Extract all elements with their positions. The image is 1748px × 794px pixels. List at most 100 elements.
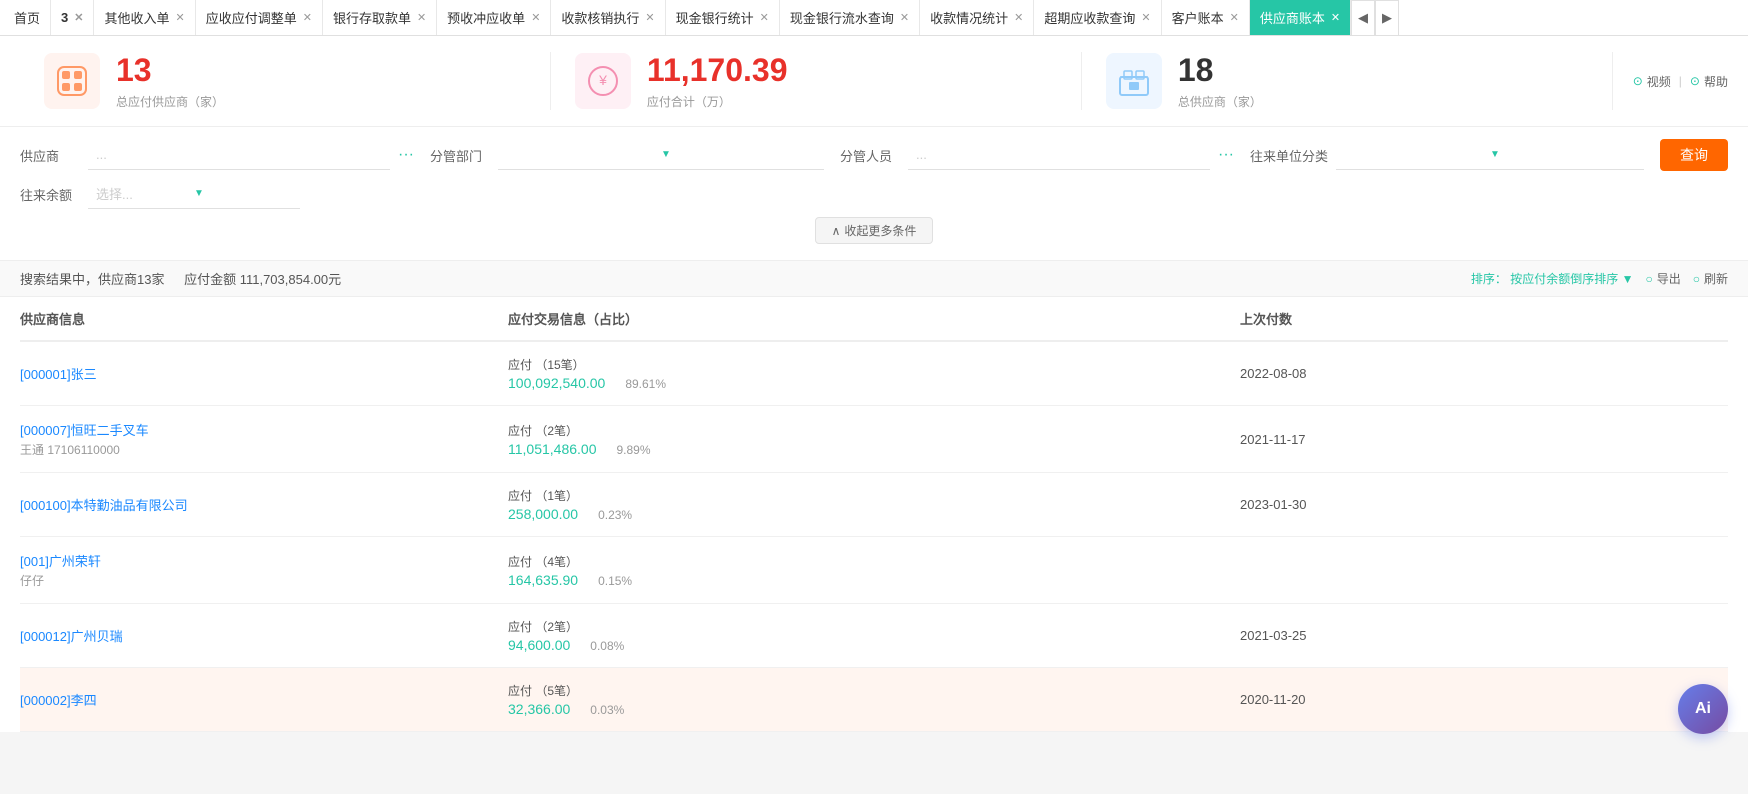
sort-value[interactable]: 按应付余额倒序排序 xyxy=(1510,272,1618,286)
nav-tab-supplier-account[interactable]: 供应商账本 ✕ xyxy=(1250,0,1351,36)
dept-label: 分管部门 xyxy=(430,146,490,165)
row0-lastpay-date: 2022-08-08 xyxy=(1240,366,1307,381)
collapse-icon: ∧ xyxy=(832,224,841,238)
collapse-button[interactable]: ∧ 收起更多条件 xyxy=(815,217,934,244)
row0-supplier: [000001]张三 xyxy=(20,364,508,383)
nav-tab-cash-bank-stat[interactable]: 现金银行统计 ✕ xyxy=(666,0,780,36)
col-header-supplier: 供应商信息 xyxy=(20,309,508,328)
filter-bar: 供应商 ··· 分管部门 ▼ 分管人员 ··· 往来单位分类 ▼ 查询 xyxy=(0,127,1748,261)
row4-supplier-link[interactable]: [000012]广州贝瑞 xyxy=(20,626,508,645)
video-icon: ⊙ xyxy=(1633,74,1643,88)
close-tab-other-income-icon[interactable]: ✕ xyxy=(175,11,184,24)
results-actions: 排序： 按应付余额倒序排序 ▼ ○ 导出 ○ 刷新 xyxy=(1471,270,1728,287)
filter-balance: 往来余额 选择... ▼ xyxy=(20,179,300,209)
row5-tx-row: 32,366.00 0.03% xyxy=(508,701,1240,717)
row5-supplier-link[interactable]: [000002]李四 xyxy=(20,690,508,709)
payable-suppliers-icon xyxy=(44,53,100,109)
nav-tab-receipt-stat[interactable]: 收款情况统计 ✕ xyxy=(920,0,1034,36)
close-tab-receipt-verify-icon[interactable]: ✕ xyxy=(645,11,654,24)
balance-select[interactable]: 选择... ▼ xyxy=(88,179,300,209)
row1-supplier: [000007]恒旺二手叉车 王通 17106110000 xyxy=(20,420,508,458)
person-input[interactable] xyxy=(908,140,1210,170)
col-header-transaction: 应付交易信息（占比） xyxy=(508,309,1240,328)
filter-row-2: 往来余额 选择... ▼ xyxy=(20,179,1728,209)
svg-text:¥: ¥ xyxy=(598,72,607,88)
row4-supplier: [000012]广州贝瑞 xyxy=(20,626,508,645)
table-row: [001]广州荣轩 仔仔 应付 （4笔） 164,635.90 0.15% xyxy=(20,537,1728,604)
close-tab-bank-deposit-icon[interactable]: ✕ xyxy=(417,11,426,24)
close-tab-prepay-ar-icon[interactable]: ✕ xyxy=(531,11,540,24)
export-button[interactable]: ○ 导出 xyxy=(1645,270,1680,287)
refresh-button[interactable]: ○ 刷新 xyxy=(1693,270,1728,287)
category-select[interactable]: ▼ xyxy=(1336,140,1644,170)
row1-lastpay-date: 2021-11-17 xyxy=(1240,432,1306,447)
row1-supplier-link[interactable]: [000007]恒旺二手叉车 xyxy=(20,420,508,439)
nav-tab-cash-flow[interactable]: 现金银行流水查询 ✕ xyxy=(780,0,920,36)
row1-tx-label: 应付 （2笔） xyxy=(508,422,1240,439)
nav-tab-other-income[interactable]: 其他收入单 ✕ xyxy=(94,0,195,36)
row3-tx-amount: 164,635.90 xyxy=(508,572,578,588)
close-tab-customer-account-icon[interactable]: ✕ xyxy=(1230,11,1239,24)
dept-select[interactable]: ▼ xyxy=(498,140,824,170)
close-tab-3-icon[interactable]: ✕ xyxy=(74,11,83,24)
nav-tab-overdue-ar[interactable]: 超期应收款查询 ✕ xyxy=(1034,0,1161,36)
query-button[interactable]: 查询 xyxy=(1660,139,1728,171)
row3-supplier-link[interactable]: [001]广州荣轩 xyxy=(20,551,508,570)
video-link[interactable]: 视频 xyxy=(1647,73,1671,90)
close-tab-ar-ap-adjust-icon[interactable]: ✕ xyxy=(303,11,312,24)
row0-tx-label: 应付 （15笔） xyxy=(508,356,1240,373)
balance-arrow-icon: ▼ xyxy=(194,188,292,199)
close-tab-overdue-ar-icon[interactable]: ✕ xyxy=(1141,11,1150,24)
filter-category: 往来单位分类 ▼ xyxy=(1250,140,1644,170)
row3-tx-label: 应付 （4笔） xyxy=(508,553,1240,570)
close-tab-receipt-stat-icon[interactable]: ✕ xyxy=(1014,11,1023,24)
row4-tx-percent: 0.08% xyxy=(590,639,624,653)
summary-bar: 13 总应付供应商（家） ¥ 11,170.39 应付合计（万） xyxy=(0,36,1748,127)
summary-card-total-suppliers: 18 总供应商（家） xyxy=(1082,52,1613,110)
row2-lastpay: 2023-01-30 xyxy=(1240,497,1728,512)
row5-tx-percent: 0.03% xyxy=(590,703,624,717)
table-body: [000001]张三 应付 （15笔） 100,092,540.00 89.61… xyxy=(20,342,1728,732)
close-tab-cash-flow-icon[interactable]: ✕ xyxy=(900,11,909,24)
filter-dept: 分管部门 ▼ xyxy=(430,140,824,170)
row5-lastpay-date: 2020-11-20 xyxy=(1240,692,1306,707)
row2-supplier-link[interactable]: [000100]本特勤油品有限公司 xyxy=(20,495,508,514)
category-label: 往来单位分类 xyxy=(1250,146,1328,165)
payable-suppliers-text: 13 总应付供应商（家） xyxy=(116,52,224,110)
help-link[interactable]: 帮助 xyxy=(1704,73,1728,90)
nav-tab-prepay-ar[interactable]: 预收冲应收单 ✕ xyxy=(437,0,551,36)
row2-lastpay-date: 2023-01-30 xyxy=(1240,497,1307,512)
row0-transaction: 应付 （15笔） 100,092,540.00 89.61% xyxy=(508,356,1240,391)
nav-tab-ar-ap-adjust[interactable]: 应收应付调整单 ✕ xyxy=(196,0,323,36)
filter-row-1: 供应商 ··· 分管部门 ▼ 分管人员 ··· 往来单位分类 ▼ 查询 xyxy=(20,139,1728,171)
supplier-dots-icon[interactable]: ··· xyxy=(398,146,414,164)
help-icon: ⊙ xyxy=(1690,74,1700,88)
close-tab-supplier-account-icon[interactable]: ✕ xyxy=(1331,11,1340,24)
row4-lastpay: 2021-03-25 xyxy=(1240,628,1728,643)
nav-tab-customer-account[interactable]: 客户账本 ✕ xyxy=(1162,0,1250,36)
balance-label: 往来余额 xyxy=(20,185,80,204)
row0-tx-amount: 100,092,540.00 xyxy=(508,375,605,391)
row0-supplier-link[interactable]: [000001]张三 xyxy=(20,364,508,383)
close-tab-cash-bank-stat-icon[interactable]: ✕ xyxy=(760,11,769,24)
person-dots-icon[interactable]: ··· xyxy=(1218,146,1234,164)
row4-tx-row: 94,600.00 0.08% xyxy=(508,637,1240,653)
export-icon: ○ xyxy=(1645,272,1652,286)
supplier-input[interactable] xyxy=(88,140,390,170)
payable-suppliers-label: 总应付供应商（家） xyxy=(116,93,224,110)
nav-tab-3[interactable]: 3 ✕ xyxy=(51,0,94,36)
col-header-lastpay: 上次付数 xyxy=(1240,309,1728,328)
nav-tab-home[interactable]: 首页 xyxy=(4,0,51,36)
total-suppliers-value: 18 xyxy=(1178,52,1262,89)
nav-tab-receipt-verify[interactable]: 收款核销执行 ✕ xyxy=(551,0,665,36)
ai-badge[interactable]: Ai xyxy=(1678,684,1728,734)
row3-transaction: 应付 （4笔） 164,635.90 0.15% xyxy=(508,553,1240,588)
nav-right-arrow[interactable]: ▶ xyxy=(1375,0,1399,36)
row2-tx-amount: 258,000.00 xyxy=(508,506,578,522)
supplier-table: 供应商信息 应付交易信息（占比） 上次付数 [000001]张三 应付 （15笔… xyxy=(0,297,1748,732)
row4-lastpay-date: 2021-03-25 xyxy=(1240,628,1307,643)
refresh-icon: ○ xyxy=(1693,272,1700,286)
summary-card-payable-suppliers: 13 总应付供应商（家） xyxy=(20,52,551,110)
nav-left-arrow[interactable]: ◀ xyxy=(1351,0,1375,36)
nav-tab-bank-deposit[interactable]: 银行存取款单 ✕ xyxy=(323,0,437,36)
